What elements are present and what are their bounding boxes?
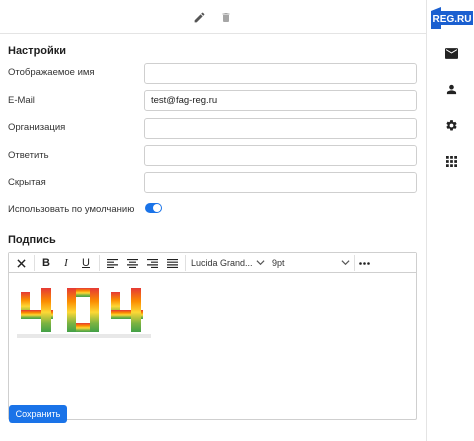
align-right-icon[interactable] <box>145 255 159 271</box>
reg-ru-logo[interactable]: REG.RU <box>431 5 473 29</box>
pencil-icon[interactable] <box>191 9 207 25</box>
signature-editor: B I U Lucida Grand... 9pt <box>8 252 417 420</box>
use-default-label: Использовать по умолчанию <box>8 204 135 215</box>
404-lego-image <box>17 288 151 338</box>
email-label: E-Mail <box>8 95 35 106</box>
font-family-select[interactable]: Lucida Grand... <box>191 255 267 271</box>
chevron-down-icon <box>256 260 265 266</box>
toolbar-divider <box>185 255 186 271</box>
toolbar-divider <box>354 255 355 271</box>
email-field[interactable] <box>144 90 417 111</box>
font-size-select[interactable]: 9pt <box>272 255 352 271</box>
save-button[interactable]: Сохранить <box>9 405 67 423</box>
underline-icon[interactable]: U <box>79 255 93 271</box>
font-size-value: 9pt <box>272 258 285 268</box>
apps-grid-icon[interactable] <box>442 152 460 170</box>
top-toolbar <box>0 0 426 34</box>
toolbar-divider <box>99 255 100 271</box>
bcc-label: Скрытая <box>8 177 46 188</box>
chevron-down-icon <box>341 260 350 266</box>
user-icon[interactable] <box>442 80 460 98</box>
toolbar-divider <box>34 255 35 271</box>
editor-toolbar: B I U Lucida Grand... 9pt <box>9 253 416 273</box>
reply-to-label: Ответить <box>8 150 49 161</box>
use-default-toggle[interactable] <box>145 203 162 213</box>
more-options-icon[interactable] <box>357 255 371 271</box>
bold-icon[interactable]: B <box>39 255 53 271</box>
settings-title: Настройки <box>8 45 67 57</box>
align-center-icon[interactable] <box>125 255 139 271</box>
display-name-field[interactable] <box>144 63 417 84</box>
reply-to-field[interactable] <box>144 145 417 166</box>
align-left-icon[interactable] <box>105 255 119 271</box>
signature-title: Подпись <box>8 234 56 246</box>
close-icon[interactable] <box>13 255 29 271</box>
bcc-field[interactable] <box>144 172 417 193</box>
settings-panel: Настройки Отображаемое имя E-Mail Органи… <box>0 34 426 441</box>
organization-field[interactable] <box>144 118 417 139</box>
display-name-label: Отображаемое имя <box>8 67 95 78</box>
organization-label: Организация <box>8 122 66 133</box>
italic-icon[interactable]: I <box>59 255 73 271</box>
logo-text: REG.RU <box>433 14 472 25</box>
font-family-value: Lucida Grand... <box>191 258 253 268</box>
signature-body[interactable] <box>9 274 416 419</box>
right-sidebar: REG.RU <box>426 0 474 441</box>
mail-icon[interactable] <box>442 44 460 62</box>
align-justify-icon[interactable] <box>165 255 179 271</box>
gear-icon[interactable] <box>442 116 460 134</box>
trash-icon[interactable] <box>218 9 234 25</box>
